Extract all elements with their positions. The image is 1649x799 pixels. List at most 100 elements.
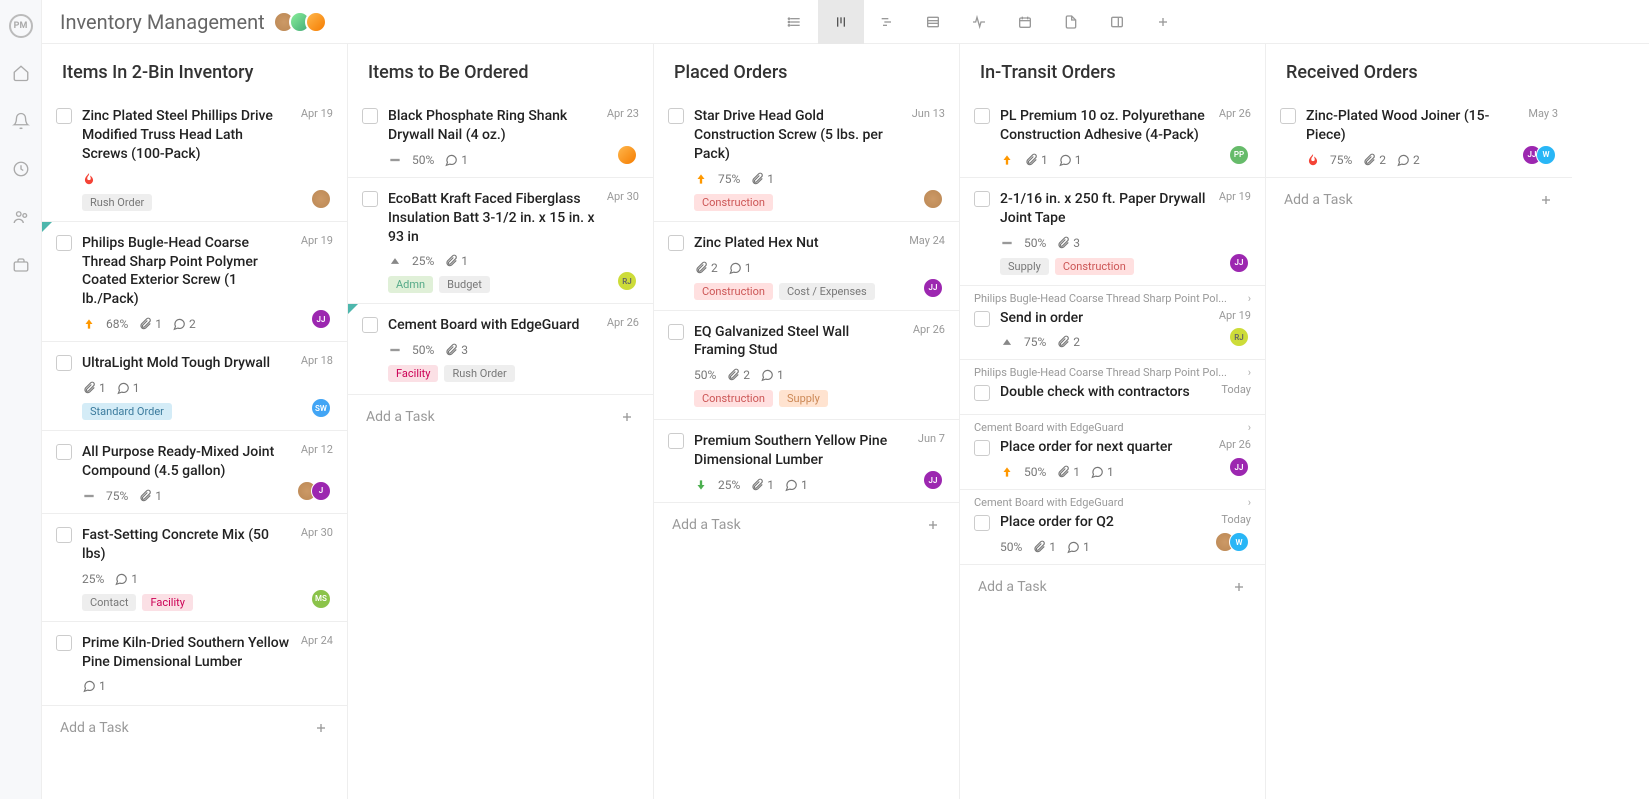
comment-count[interactable]: 2 [172,317,196,331]
tag[interactable]: Standard Order [82,403,172,420]
subtask-card[interactable]: Place order for Q2 Today 50%11W [960,509,1265,565]
add-task-button[interactable]: Add a Task [42,706,347,750]
comment-count[interactable]: 1 [760,368,784,382]
attachment-count[interactable]: 3 [444,343,468,357]
task-checkbox[interactable] [56,635,72,651]
task-card[interactable]: UltraLight Mold Tough Drywall Apr 18 11 … [42,342,347,431]
tag[interactable]: Admn [388,276,433,293]
task-checkbox[interactable] [974,440,990,456]
comment-count[interactable]: 1 [114,572,138,586]
tag[interactable]: Budget [439,276,490,293]
avatar[interactable]: RJ [1229,327,1249,347]
add-task-button[interactable]: Add a Task [1266,178,1572,222]
subtask-card[interactable]: Double check with contractors Today [960,379,1265,415]
comment-count[interactable]: 1 [784,478,808,492]
app-logo[interactable]: PM [9,14,33,38]
attachment-count[interactable]: 3 [1056,236,1080,250]
team-icon[interactable] [12,208,30,230]
task-card[interactable]: Prime Kiln-Dried Southern Yellow Pine Di… [42,622,347,707]
task-card[interactable]: Philips Bugle-Head Coarse Thread Sharp P… [42,222,347,343]
attachment-count[interactable]: 1 [138,317,162,331]
task-card[interactable]: Cement Board with EdgeGuard Apr 26 50%3 … [348,304,653,395]
task-checkbox[interactable] [56,444,72,460]
attachment-count[interactable]: 1 [750,478,774,492]
avatar[interactable]: JJ [311,309,331,329]
clock-icon[interactable] [12,160,30,182]
avatar[interactable] [311,189,331,209]
attachment-count[interactable]: 2 [694,261,718,275]
bell-icon[interactable] [12,112,30,134]
task-checkbox[interactable] [974,385,990,401]
avatar[interactable]: J [311,481,331,501]
tag[interactable]: Rush Order [82,194,152,211]
add-task-button[interactable]: Add a Task [654,503,959,547]
task-card[interactable]: 2-1/16 in. x 250 ft. Paper Drywall Joint… [960,178,1265,286]
tag[interactable]: Supply [779,390,828,407]
attachment-count[interactable]: 1 [1024,153,1048,167]
task-checkbox[interactable] [668,433,684,449]
task-card[interactable]: Premium Southern Yellow Pine Dimensional… [654,420,959,503]
attachment-count[interactable]: 1 [1032,540,1056,554]
tag[interactable]: Construction [694,194,773,211]
avatar[interactable] [305,11,327,33]
task-checkbox[interactable] [668,324,684,340]
comment-count[interactable]: 1 [444,153,468,167]
tag[interactable]: Facility [142,594,192,611]
task-checkbox[interactable] [974,108,990,124]
task-checkbox[interactable] [56,235,72,251]
kanban-board[interactable]: Items In 2-Bin Inventory Zinc Plated Ste… [42,44,1649,799]
comment-count[interactable]: 1 [1066,540,1090,554]
subtask-card[interactable]: Place order for next quarter Apr 26 50%1… [960,434,1265,490]
task-checkbox[interactable] [974,191,990,207]
avatar[interactable] [617,145,637,165]
attachment-count[interactable]: 2 [726,368,750,382]
parent-reference[interactable]: Philips Bugle-Head Coarse Thread Sharp P… [960,360,1265,379]
comment-count[interactable]: 1 [728,261,752,275]
task-checkbox[interactable] [56,355,72,371]
avatar[interactable]: JJ [1229,457,1249,477]
task-checkbox[interactable] [974,311,990,327]
header-avatars[interactable] [279,11,327,33]
avatar[interactable]: SW [311,398,331,418]
task-checkbox[interactable] [362,191,378,207]
parent-reference[interactable]: Cement Board with EdgeGuard› [960,490,1265,509]
task-checkbox[interactable] [668,108,684,124]
subtask-card[interactable]: Send in order Apr 19 75%2RJ [960,305,1265,361]
task-card[interactable]: PL Premium 10 oz. Polyurethane Construct… [960,95,1265,178]
attachment-count[interactable]: 2 [1056,335,1080,349]
comment-count[interactable]: 1 [116,381,140,395]
task-card[interactable]: All Purpose Ready-Mixed Joint Compound (… [42,431,347,514]
file-view-tab[interactable] [1048,0,1094,44]
task-checkbox[interactable] [56,108,72,124]
task-checkbox[interactable] [974,515,990,531]
avatar[interactable] [923,189,943,209]
board-view-tab[interactable] [818,0,864,44]
tag[interactable]: Contact [82,594,136,611]
home-icon[interactable] [12,64,30,86]
comment-count[interactable]: 2 [1396,153,1420,167]
avatar[interactable]: PP [1229,145,1249,165]
panel-view-tab[interactable] [1094,0,1140,44]
task-checkbox[interactable] [362,108,378,124]
attachment-count[interactable]: 1 [444,254,468,268]
tag[interactable]: Construction [694,390,773,407]
task-card[interactable]: Fast-Setting Concrete Mix (50 lbs) Apr 3… [42,514,347,622]
comment-count[interactable]: 1 [1058,153,1082,167]
parent-reference[interactable]: Philips Bugle-Head Coarse Thread Sharp P… [960,286,1265,305]
attachment-count[interactable]: 1 [82,381,106,395]
attachment-count[interactable]: 1 [750,172,774,186]
task-checkbox[interactable] [1280,108,1296,124]
task-card[interactable]: Black Phosphate Ring Shank Drywall Nail … [348,95,653,178]
list-view-tab[interactable] [772,0,818,44]
tag[interactable]: Rush Order [444,365,514,382]
task-card[interactable]: EQ Galvanized Steel Wall Framing Stud Ap… [654,311,959,421]
avatar[interactable]: JJ [923,470,943,490]
tag[interactable]: Supply [1000,258,1049,275]
task-card[interactable]: Zinc Plated Hex Nut May 24 21 Constructi… [654,222,959,311]
avatar[interactable]: RJ [617,271,637,291]
task-card[interactable]: EcoBatt Kraft Faced Fiberglass Insulatio… [348,178,653,305]
attachment-count[interactable]: 1 [138,489,162,503]
briefcase-icon[interactable] [12,256,30,278]
task-card[interactable]: Zinc-Plated Wood Joiner (15-Piece) May 3… [1266,95,1572,178]
gantt-view-tab[interactable] [864,0,910,44]
